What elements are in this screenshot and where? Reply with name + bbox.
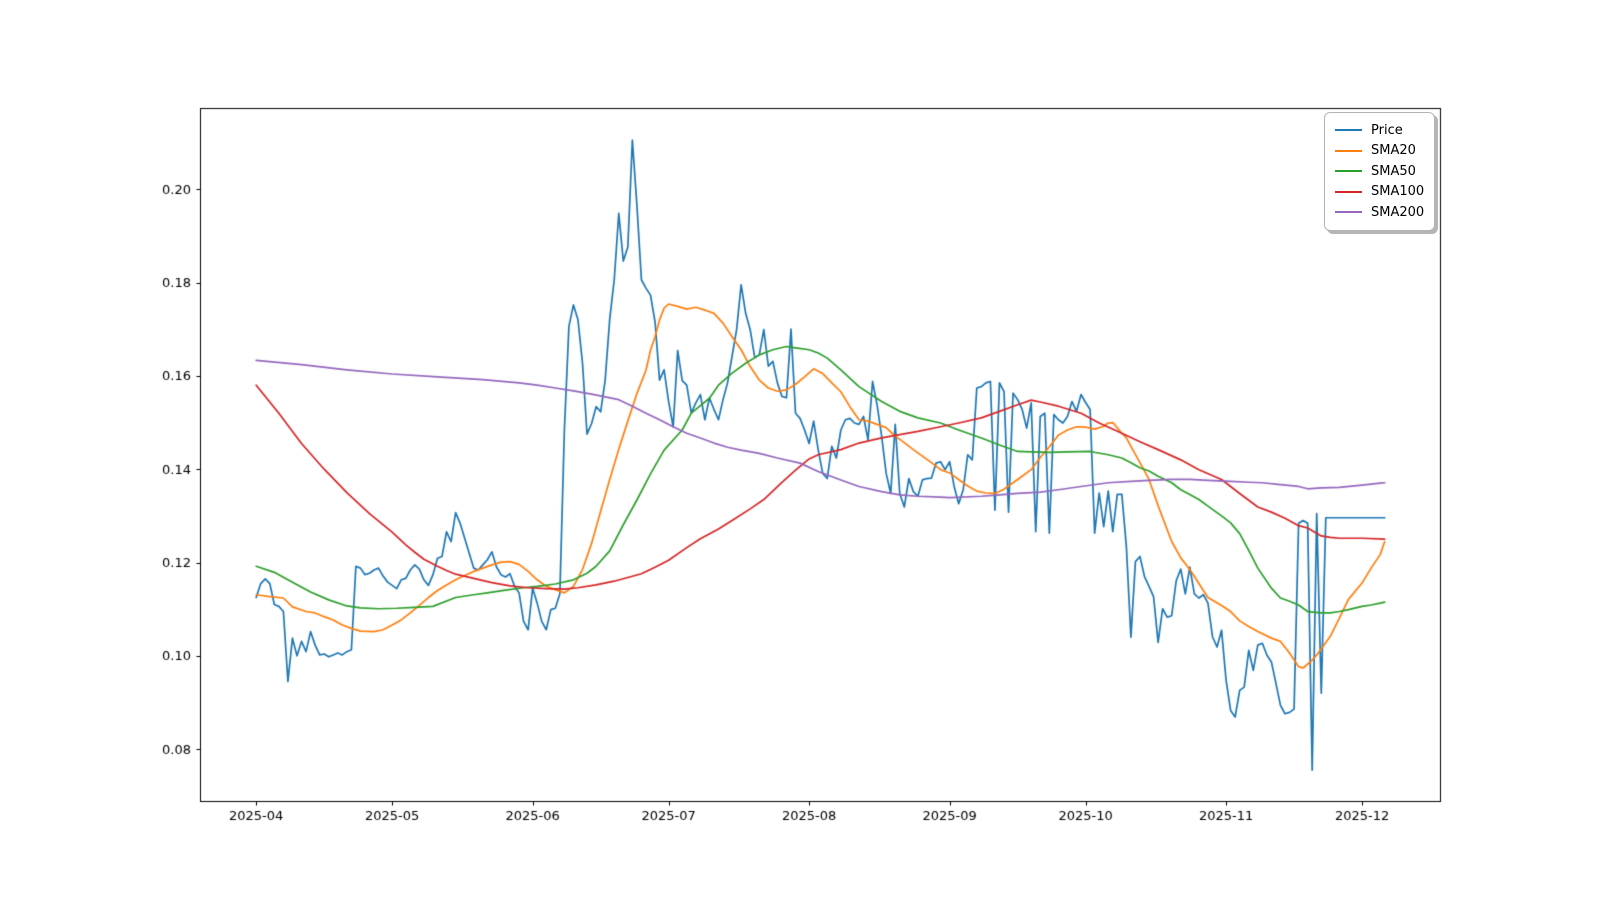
legend-label: SMA200 (1371, 204, 1425, 220)
legend-line-icon (1335, 170, 1362, 173)
legend-item-sma200: SMA200 (1335, 202, 1424, 223)
legend-item-sma20: SMA20 (1335, 141, 1424, 162)
chart-figure: Price SMA20 SMA50 SMA100 SMA200 (0, 0, 1600, 900)
legend-label: SMA50 (1371, 163, 1416, 179)
legend-line-icon (1335, 211, 1362, 214)
legend-line-icon (1335, 190, 1362, 193)
legend-label: SMA100 (1371, 184, 1425, 200)
legend-item-sma100: SMA100 (1335, 182, 1424, 203)
chart-legend: Price SMA20 SMA50 SMA100 SMA200 (1324, 112, 1436, 231)
legend-label: Price (1371, 122, 1403, 138)
legend-line-icon (1335, 129, 1362, 132)
legend-item-sma50: SMA50 (1335, 161, 1424, 182)
legend-label: SMA20 (1371, 143, 1416, 159)
legend-line-icon (1335, 149, 1362, 152)
legend-item-price: Price (1335, 120, 1424, 141)
